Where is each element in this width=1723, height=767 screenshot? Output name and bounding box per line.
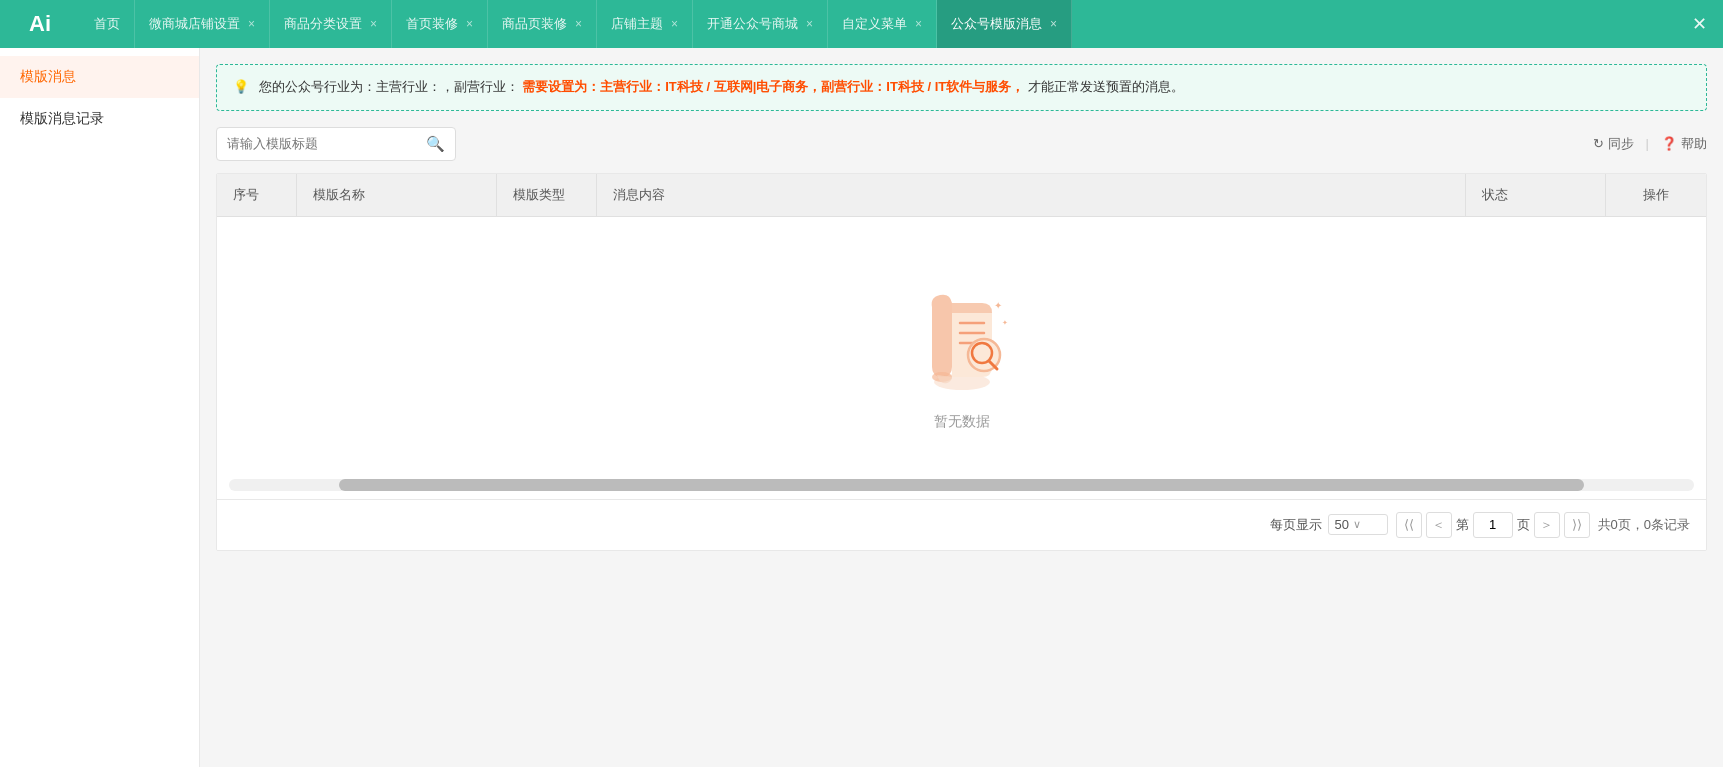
divider: | [1646, 136, 1649, 151]
nav-tab-product-category[interactable]: 商品分类设置 × [270, 0, 392, 48]
nav-tab-label-product-category: 商品分类设置 [284, 15, 362, 33]
next-page-button[interactable]: ＞ [1534, 512, 1560, 538]
nav-tab-store-theme[interactable]: 店铺主题 × [597, 0, 693, 48]
nav-tab-open-mall[interactable]: 开通公众号商城 × [693, 0, 828, 48]
sidebar-item-template-message[interactable]: 模版消息 [0, 56, 199, 98]
close-tab-product-category[interactable]: × [370, 17, 377, 31]
notice-banner: 💡 您的公众号行业为：主营行业：，副营行业： 需要设置为：主营行业：IT科技 /… [216, 64, 1707, 111]
close-tab-wshop-settings[interactable]: × [248, 17, 255, 31]
col-header-seq: 序号 [217, 174, 297, 216]
page-size-value: 50 [1335, 517, 1349, 532]
nav-tabs: 首页微商城店铺设置×商品分类设置×首页装修×商品页装修×店铺主题×开通公众号商城… [80, 0, 1676, 48]
search-bar: 🔍 ↻ 同步 | ❓ 帮助 [216, 127, 1707, 161]
svg-text:✦: ✦ [1002, 319, 1008, 326]
app-logo: Ai [0, 0, 80, 48]
sidebar-item-template-record[interactable]: 模版消息记录 [0, 98, 199, 140]
close-tab-template-msg[interactable]: × [1050, 17, 1057, 31]
page-unit: 页 [1517, 516, 1530, 534]
col-header-status: 状态 [1466, 174, 1606, 216]
help-icon: ❓ [1661, 136, 1677, 151]
data-table: 序号 模版名称 模版类型 消息内容 状态 操作 [216, 173, 1707, 551]
top-nav: Ai 首页微商城店铺设置×商品分类设置×首页装修×商品页装修×店铺主题×开通公众… [0, 0, 1723, 48]
empty-text: 暂无数据 [934, 413, 990, 431]
help-label: 帮助 [1681, 135, 1707, 153]
col-header-action: 操作 [1606, 174, 1706, 216]
nav-tab-wshop-settings[interactable]: 微商城店铺设置 × [135, 0, 270, 48]
page-size-dropdown[interactable]: 50 ∨ [1328, 514, 1388, 535]
sync-button[interactable]: ↻ 同步 [1593, 135, 1634, 153]
svg-text:✦: ✦ [994, 300, 1002, 311]
nav-tab-home[interactable]: 首页 [80, 0, 135, 48]
search-input[interactable] [227, 136, 426, 151]
close-tab-open-mall[interactable]: × [806, 17, 813, 31]
sidebar: 模版消息模版消息记录 [0, 48, 200, 767]
close-tab-custom-menu[interactable]: × [915, 17, 922, 31]
chevron-down-icon: ∨ [1353, 518, 1361, 531]
page-nav: ⟨⟨ ＜ 第 页 ＞ ⟩⟩ [1396, 512, 1590, 538]
notice-icon: 💡 [233, 79, 249, 94]
last-page-button[interactable]: ⟩⟩ [1564, 512, 1590, 538]
nav-tab-label-custom-menu: 自定义菜单 [842, 15, 907, 33]
first-page-button[interactable]: ⟨⟨ [1396, 512, 1422, 538]
empty-illustration: ✦ ✦ [902, 277, 1022, 397]
search-actions: ↻ 同步 | ❓ 帮助 [1593, 135, 1707, 153]
close-tab-store-theme[interactable]: × [671, 17, 678, 31]
nav-tab-label-home: 首页 [94, 15, 120, 33]
close-all-button[interactable]: ✕ [1676, 0, 1723, 48]
page-prefix: 第 [1456, 516, 1469, 534]
nav-tab-product-decoration[interactable]: 商品页装修 × [488, 0, 597, 48]
nav-tab-template-msg[interactable]: 公众号模版消息 × [937, 0, 1072, 48]
col-header-name: 模版名称 [297, 174, 497, 216]
prev-page-button[interactable]: ＜ [1426, 512, 1452, 538]
page-size-label: 每页显示 [1270, 516, 1322, 534]
main-layout: 模版消息模版消息记录 💡 您的公众号行业为：主营行业：，副营行业： 需要设置为：… [0, 48, 1723, 767]
nav-tab-label-open-mall: 开通公众号商城 [707, 15, 798, 33]
pagination: 每页显示 50 ∨ ⟨⟨ ＜ 第 页 ＞ ⟩⟩ 共0页，0条记录 [217, 499, 1706, 550]
search-input-wrap[interactable]: 🔍 [216, 127, 456, 161]
search-icon[interactable]: 🔍 [426, 135, 445, 153]
close-tab-product-decoration[interactable]: × [575, 17, 582, 31]
nav-tab-label-product-decoration: 商品页装修 [502, 15, 567, 33]
col-header-content: 消息内容 [597, 174, 1466, 216]
nav-tab-label-wshop-settings: 微商城店铺设置 [149, 15, 240, 33]
page-size-select: 每页显示 50 ∨ [1270, 514, 1388, 535]
nav-tab-label-store-theme: 店铺主题 [611, 15, 663, 33]
total-info: 共0页，0条记录 [1598, 516, 1690, 534]
page-number-input[interactable] [1473, 512, 1513, 538]
horizontal-scrollbar[interactable] [217, 471, 1706, 499]
nav-tab-custom-menu[interactable]: 自定义菜单 × [828, 0, 937, 48]
sync-icon: ↻ [1593, 136, 1604, 151]
col-header-type: 模版类型 [497, 174, 597, 216]
notice-prefix: 您的公众号行业为：主营行业：，副营行业： [259, 79, 519, 94]
nav-tab-label-template-msg: 公众号模版消息 [951, 15, 1042, 33]
table-header: 序号 模版名称 模版类型 消息内容 状态 操作 [217, 174, 1706, 217]
help-button[interactable]: ❓ 帮助 [1661, 135, 1707, 153]
content-area: 💡 您的公众号行业为：主营行业：，副营行业： 需要设置为：主营行业：IT科技 /… [200, 48, 1723, 767]
nav-tab-home-decoration[interactable]: 首页装修 × [392, 0, 488, 48]
close-tab-home-decoration[interactable]: × [466, 17, 473, 31]
sync-label: 同步 [1608, 135, 1634, 153]
notice-suffix: 才能正常发送预置的消息。 [1028, 79, 1184, 94]
empty-state: ✦ ✦ 暂无数据 [217, 217, 1706, 471]
nav-tab-label-home-decoration: 首页装修 [406, 15, 458, 33]
notice-highlight: 需要设置为：主营行业：IT科技 / 互联网|电子商务，副营行业：IT科技 / I… [522, 79, 1024, 94]
